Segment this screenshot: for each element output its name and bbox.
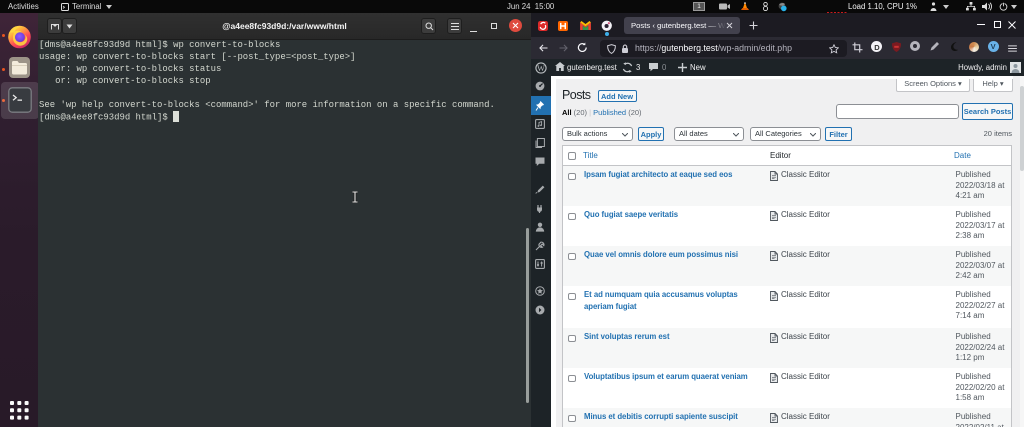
svg-text:W: W bbox=[537, 63, 545, 72]
